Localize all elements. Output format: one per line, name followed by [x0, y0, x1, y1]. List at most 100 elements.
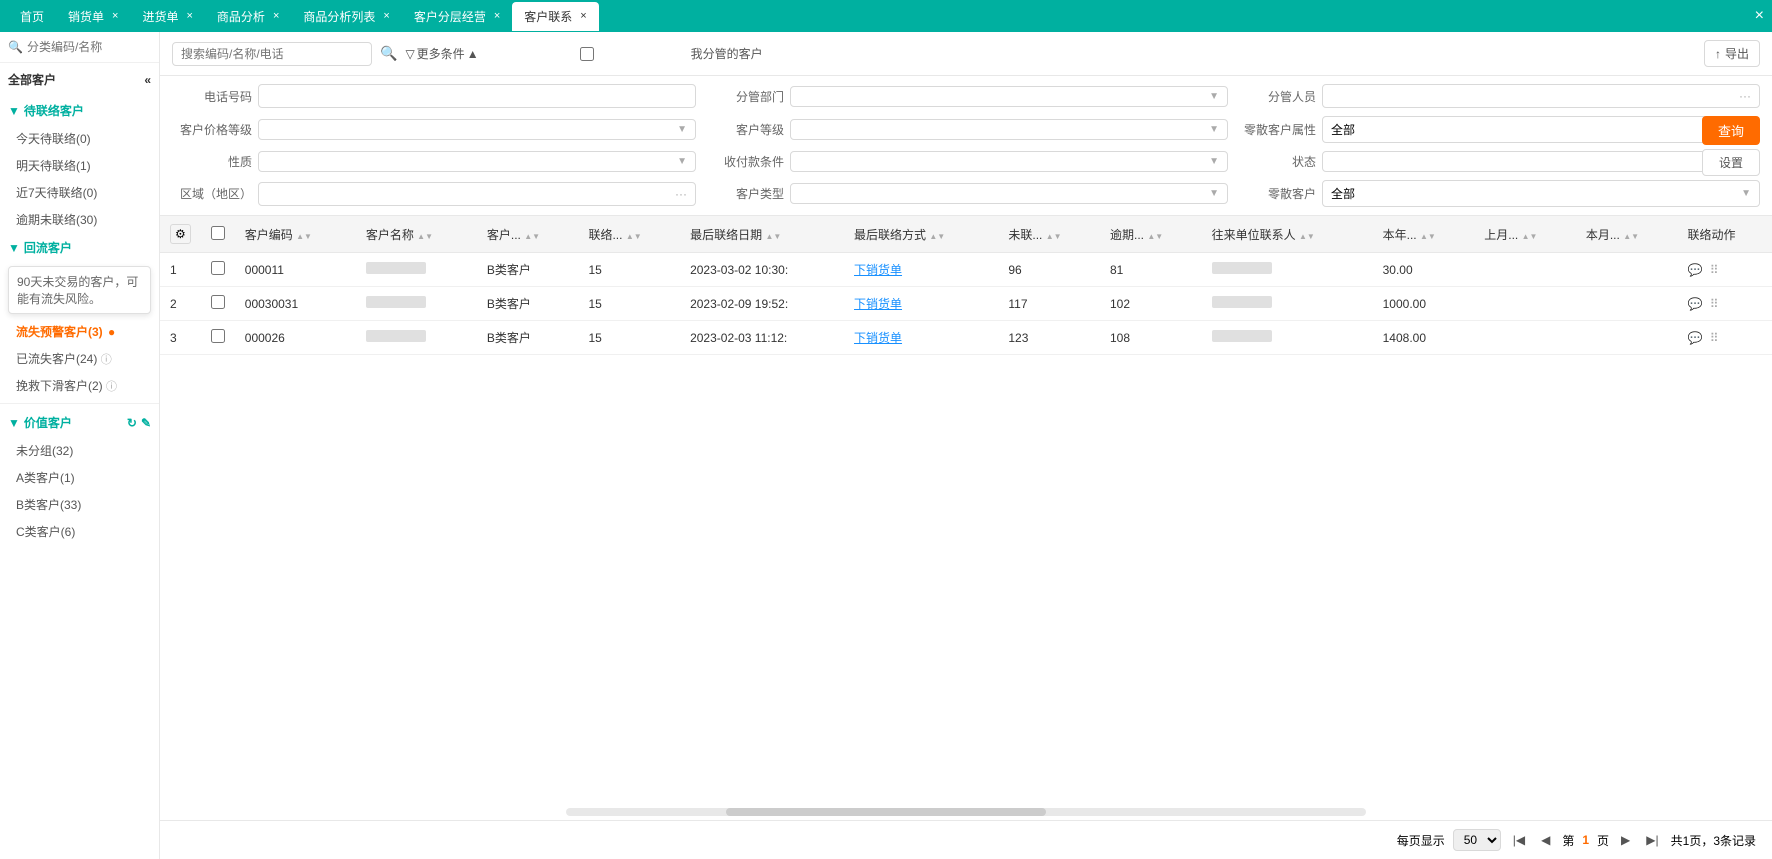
cell-cb-1[interactable] [201, 253, 235, 287]
action-chat-1[interactable]: 💬 [1687, 263, 1702, 277]
col-gear[interactable]: ⚙ [160, 216, 201, 253]
prev-page-button[interactable]: ◀ [1537, 831, 1554, 849]
per-page-select[interactable]: 50 [1453, 829, 1501, 851]
next-page-button[interactable]: ▶ [1617, 831, 1634, 849]
tab-sales-order[interactable]: 销货单 × [56, 2, 130, 31]
filter-sparse-customer: 零散客户 全部 ▼ [1236, 180, 1760, 207]
sidebar-search-input[interactable] [27, 40, 151, 54]
sidebar-item-rescue-decline[interactable]: 挽救下滑客户(2) ⓘ [0, 372, 159, 399]
tab-purchase-order[interactable]: 进货单 × [130, 2, 204, 31]
col-last-method[interactable]: 最后联络方式 ▲▼ [844, 216, 998, 253]
tab-product-list[interactable]: 商品分析列表 × [291, 2, 401, 31]
filter-sparse-attr: 零散客户属性 全部 ▼ [1236, 116, 1760, 143]
tab-product-analysis[interactable]: 商品分析 × [205, 2, 291, 31]
col-customer-name[interactable]: 客户名称 ▲▼ [356, 216, 477, 253]
payment-select[interactable]: ▼ [790, 151, 1228, 172]
settings-button[interactable]: 设置 [1702, 149, 1760, 176]
price-level-select[interactable]: ▼ [258, 119, 696, 140]
col-this-year[interactable]: 本年... ▲▼ [1373, 216, 1475, 253]
close-tab-ct[interactable]: × [494, 10, 500, 22]
export-button[interactable]: ↑ 导出 [1704, 40, 1760, 67]
col-uncontacted[interactable]: 未联... ▲▼ [998, 216, 1100, 253]
row-checkbox-3[interactable] [211, 329, 225, 343]
first-page-button[interactable]: |◀ [1509, 831, 1529, 849]
table-row: 1 000011 B类客户 15 2023-03-02 10:30: 下销货单 … [160, 253, 1772, 287]
filter-more-btn[interactable]: ▽ 更多条件 ▲ [405, 45, 478, 62]
cell-method-2[interactable]: 下销货单 [844, 287, 998, 321]
cell-method-1[interactable]: 下销货单 [844, 253, 998, 287]
sidebar-item-already-lost[interactable]: 已流失客户(24) ⓘ [0, 345, 159, 372]
query-button[interactable]: 查询 [1702, 116, 1760, 145]
cell-cb-2[interactable] [201, 287, 235, 321]
filter-my-customers[interactable]: 我分管的客户 [487, 45, 763, 62]
tab-customer-tier[interactable]: 客户分层经营 × [402, 2, 512, 31]
sparse-attr-select[interactable]: 全部 ▼ [1322, 116, 1760, 143]
close-tab-sales[interactable]: × [112, 10, 118, 22]
col-customer-type[interactable]: 客户... ▲▼ [477, 216, 579, 253]
action-more-1[interactable]: ⠿ [1710, 263, 1719, 277]
row-checkbox-1[interactable] [211, 261, 225, 275]
action-chat-3[interactable]: 💬 [1687, 331, 1702, 345]
dots-icon-region[interactable]: ··· [675, 187, 687, 201]
window-close-icon[interactable]: × [1755, 7, 1764, 25]
phone-input[interactable] [258, 84, 696, 108]
close-tab-purchase[interactable]: × [186, 10, 192, 22]
action-more-3[interactable]: ⠿ [1710, 331, 1719, 345]
ctype-select[interactable]: ▼ [790, 183, 1228, 204]
search-input[interactable] [172, 42, 372, 66]
status-select[interactable]: ▼ [1322, 151, 1760, 172]
close-tab-cc[interactable]: × [580, 10, 586, 22]
row-checkbox-2[interactable] [211, 295, 225, 309]
tab-home[interactable]: 首页 [8, 2, 56, 31]
action-more-2[interactable]: ⠿ [1710, 297, 1719, 311]
sidebar-item-tomorrow-contact[interactable]: 明天待联络(1) [0, 152, 159, 179]
col-last-date[interactable]: 最后联络日期 ▲▼ [680, 216, 844, 253]
sidebar-item-class-c[interactable]: C类客户(6) [0, 518, 159, 545]
method-link-3[interactable]: 下销货单 [854, 331, 902, 345]
region-input[interactable]: ··· [258, 182, 696, 206]
sidebar-item-overdue-contact[interactable]: 逾期未联络(30) [0, 206, 159, 233]
cell-method-3[interactable]: 下销货单 [844, 321, 998, 355]
last-page-button[interactable]: ▶| [1642, 831, 1662, 849]
col-this-month[interactable]: 本月... ▲▼ [1576, 216, 1678, 253]
sidebar-item-7day-contact[interactable]: 近7天待联络(0) [0, 179, 159, 206]
col-overdue[interactable]: 逾期... ▲▼ [1100, 216, 1202, 253]
sidebar-collapse-icon[interactable]: « [144, 73, 151, 87]
tab-customer-contact[interactable]: 客户联系 × [512, 2, 598, 31]
sidebar-item-class-a[interactable]: A类客户(1) [0, 464, 159, 491]
col-last-month[interactable]: 上月... ▲▼ [1474, 216, 1576, 253]
col-customer-code[interactable]: 客户编码 ▲▼ [235, 216, 356, 253]
filter-search-button[interactable]: 🔍 [380, 45, 397, 62]
sparse-customer-select[interactable]: 全部 ▼ [1322, 180, 1760, 207]
col-checkbox[interactable] [201, 216, 235, 253]
manager-select[interactable]: ··· [1322, 84, 1760, 108]
sidebar-item-today-contact[interactable]: 今天待联络(0) [0, 125, 159, 152]
col-unit-contact[interactable]: 往来单位联系人 ▲▼ [1202, 216, 1373, 253]
scrollbar-thumb[interactable] [726, 808, 1046, 816]
sidebar-item-class-b[interactable]: B类客户(33) [0, 491, 159, 518]
horizontal-scrollbar[interactable] [566, 808, 1366, 816]
col-contact[interactable]: 联络... ▲▼ [578, 216, 680, 253]
sidebar-group-pending[interactable]: ▼ 待联络客户 [0, 96, 159, 125]
dept-select[interactable]: ▼ [790, 86, 1228, 107]
sidebar-item-lost-warning[interactable]: 流失预警客户(3) ● [0, 318, 159, 345]
nature-select[interactable]: ▼ [258, 151, 696, 172]
my-customers-checkbox[interactable] [487, 47, 687, 61]
sidebar-item-ungroup[interactable]: 未分组(32) [0, 437, 159, 464]
sidebar-root-header[interactable]: 全部客户 « [0, 63, 159, 96]
sidebar-group-return[interactable]: ▼ 回流客户 [0, 233, 159, 262]
customer-level-select[interactable]: ▼ [790, 119, 1228, 140]
sidebar: 🔍 全部客户 « ▼ 待联络客户 今天待联络(0) 明天待联络(1) 近7天待联… [0, 32, 160, 859]
action-chat-2[interactable]: 💬 [1687, 297, 1702, 311]
close-tab-pl[interactable]: × [383, 10, 389, 22]
method-link-1[interactable]: 下销货单 [854, 263, 902, 277]
edit-icon-value[interactable]: ✎ [141, 416, 151, 430]
dots-icon-manager[interactable]: ··· [1739, 89, 1751, 103]
sidebar-group-value[interactable]: ▼ 价值客户 ↻ ✎ [0, 408, 159, 437]
method-link-2[interactable]: 下销货单 [854, 297, 902, 311]
close-tab-pa[interactable]: × [273, 10, 279, 22]
refresh-icon-value[interactable]: ↻ [127, 416, 137, 430]
gear-button[interactable]: ⚙ [170, 224, 191, 244]
cell-cb-3[interactable] [201, 321, 235, 355]
select-all-checkbox[interactable] [211, 226, 225, 240]
